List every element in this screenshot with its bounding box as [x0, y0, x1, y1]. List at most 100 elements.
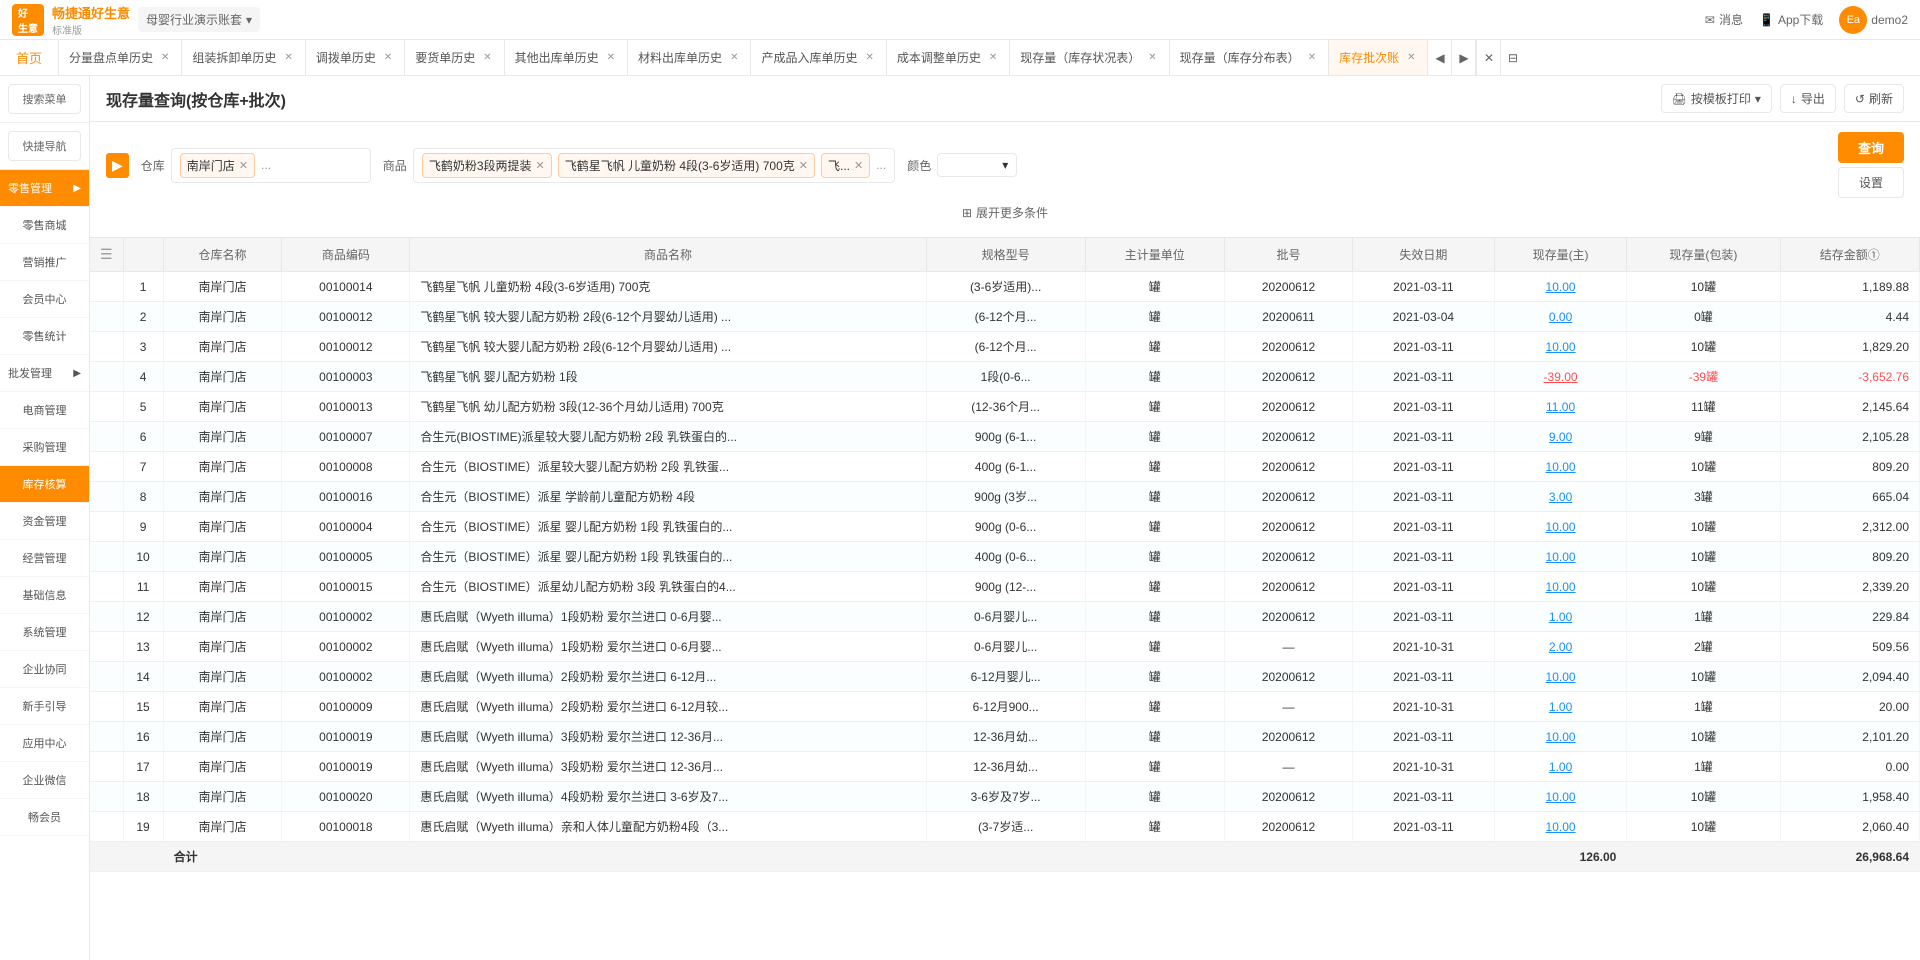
cell-stockmain-6[interactable]: 10.00 — [1494, 452, 1627, 482]
tab-item-2[interactable]: 调拨单历史 ✕ — [306, 40, 405, 76]
product-tag-2[interactable]: 飞... ✕ — [821, 153, 870, 178]
expand-more-btn[interactable]: ⊞ 展开更多条件 — [106, 198, 1904, 227]
expand-filter-btn[interactable]: ▶ — [106, 153, 129, 178]
product-tag-close-1[interactable]: ✕ — [799, 159, 808, 172]
product-tags[interactable]: 飞鹤奶粉3段两提装 ✕ 飞鹤星飞帆 儿童奶粉 4段(3-6岁适用) 700克 ✕… — [413, 148, 895, 183]
tab-close-1[interactable]: ✕ — [282, 51, 294, 64]
product-tag-0[interactable]: 飞鹤奶粉3段两提装 ✕ — [422, 153, 552, 178]
company-dropdown[interactable]: 母婴行业演示账套 ▾ — [138, 7, 260, 32]
table-row[interactable]: 5 南岸门店 00100013 飞鹤星飞帆 幼儿配方奶粉 3段(12-36个月幼… — [90, 392, 1920, 422]
quick-nav-btn[interactable]: 快捷导航 — [8, 131, 81, 161]
table-row[interactable]: 7 南岸门店 00100008 合生元（BIOSTIME）派星较大婴儿配方奶粉 … — [90, 452, 1920, 482]
tab-close-4[interactable]: ✕ — [605, 51, 617, 64]
table-row[interactable]: 17 南岸门店 00100019 惠氏启赋（Wyeth illuma）3段奶粉 … — [90, 752, 1920, 782]
sidebar-item-17[interactable]: 畅会员 — [0, 799, 89, 836]
table-row[interactable]: 8 南岸门店 00100016 合生元（BIOSTIME）派星 学龄前儿童配方奶… — [90, 482, 1920, 512]
tab-item-9[interactable]: 现存量（库存分布表） ✕ — [1170, 40, 1329, 76]
app-download-btn[interactable]: 📱 App下载 — [1759, 11, 1823, 28]
tab-item-8[interactable]: 现存量（库存状况表） ✕ — [1010, 40, 1169, 76]
sidebar-item-6[interactable]: 电商管理 — [0, 392, 89, 429]
sidebar-item-8[interactable]: 库存核算 — [0, 466, 89, 503]
table-row[interactable]: 16 南岸门店 00100019 惠氏启赋（Wyeth illuma）3段奶粉 … — [90, 722, 1920, 752]
cell-stockmain-15[interactable]: 10.00 — [1494, 722, 1627, 752]
tab-close-9[interactable]: ✕ — [1306, 51, 1318, 64]
color-select[interactable]: ▾ — [937, 153, 1017, 177]
sidebar-item-16[interactable]: 企业微信 — [0, 762, 89, 799]
tab-item-4[interactable]: 其他出库单历史 ✕ — [505, 40, 628, 76]
table-row[interactable]: 3 南岸门店 00100012 飞鹤星飞帆 较大婴儿配方奶粉 2段(6-12个月… — [90, 332, 1920, 362]
tab-close-8[interactable]: ✕ — [1146, 51, 1158, 64]
product-tag-1[interactable]: 飞鹤星飞帆 儿童奶粉 4段(3-6岁适用) 700克 ✕ — [558, 153, 815, 178]
sidebar-item-10[interactable]: 经营管理 — [0, 540, 89, 577]
print-btn[interactable]: 🖨 按模板打印 ▾ — [1661, 84, 1772, 113]
sidebar-item-2[interactable]: 营销推广 — [0, 244, 89, 281]
tab-item-6[interactable]: 产成品入库单历史 ✕ — [751, 40, 886, 76]
cell-stockmain-4[interactable]: 11.00 — [1494, 392, 1627, 422]
search-menu-btn[interactable]: 搜索菜单 — [8, 84, 81, 114]
settings-icon[interactable]: ☰ — [100, 246, 113, 262]
sidebar-item-9[interactable]: 资金管理 — [0, 503, 89, 540]
cell-stockmain-12[interactable]: 2.00 — [1494, 632, 1627, 662]
table-row[interactable]: 12 南岸门店 00100002 惠氏启赋（Wyeth illuma）1段奶粉 … — [90, 602, 1920, 632]
sidebar-item-0[interactable]: 零售管理▶ — [0, 170, 89, 207]
sidebar-item-5[interactable]: 批发管理▶ — [0, 355, 89, 392]
tab-prev-btn[interactable]: ◀ — [1428, 40, 1452, 76]
tab-close-7[interactable]: ✕ — [987, 51, 999, 64]
messages-btn[interactable]: ✉ 消息 — [1705, 11, 1743, 28]
table-row[interactable]: 1 南岸门店 00100014 飞鹤星飞帆 儿童奶粉 4段(3-6岁适用) 70… — [90, 272, 1920, 302]
tab-close-6[interactable]: ✕ — [863, 51, 875, 64]
tab-next-btn[interactable]: ▶ — [1452, 40, 1476, 76]
warehouse-tag-0[interactable]: 南岸门店 ✕ — [180, 153, 255, 178]
table-row[interactable]: 10 南岸门店 00100005 合生元（BIOSTIME）派星 婴儿配方奶粉 … — [90, 542, 1920, 572]
cell-stockmain-11[interactable]: 1.00 — [1494, 602, 1627, 632]
tab-close-2[interactable]: ✕ — [382, 51, 394, 64]
sidebar-item-7[interactable]: 采购管理 — [0, 429, 89, 466]
table-row[interactable]: 14 南岸门店 00100002 惠氏启赋（Wyeth illuma）2段奶粉 … — [90, 662, 1920, 692]
tab-close-10[interactable]: ✕ — [1405, 51, 1417, 64]
cell-stockmain-1[interactable]: 0.00 — [1494, 302, 1627, 332]
warehouse-tag-close[interactable]: ✕ — [239, 159, 248, 172]
cell-stockmain-5[interactable]: 9.00 — [1494, 422, 1627, 452]
tab-item-7[interactable]: 成本调整单历史 ✕ — [887, 40, 1010, 76]
cell-stockmain-3[interactable]: -39.00 — [1494, 362, 1627, 392]
query-btn[interactable]: 查询 — [1838, 132, 1904, 163]
table-row[interactable]: 6 南岸门店 00100007 合生元(BIOSTIME)派星较大婴儿配方奶粉 … — [90, 422, 1920, 452]
warehouse-tags[interactable]: 南岸门店 ✕ ... — [171, 148, 371, 183]
table-row[interactable]: 4 南岸门店 00100003 飞鹤星飞帆 婴儿配方奶粉 1段 1段(0-6..… — [90, 362, 1920, 392]
refresh-btn[interactable]: ↺ 刷新 — [1844, 84, 1904, 113]
cell-stockmain-9[interactable]: 10.00 — [1494, 542, 1627, 572]
cell-stockmain-8[interactable]: 10.00 — [1494, 512, 1627, 542]
export-btn[interactable]: ↓ 导出 — [1780, 84, 1836, 113]
cell-stockmain-7[interactable]: 3.00 — [1494, 482, 1627, 512]
cell-stockmain-0[interactable]: 10.00 — [1494, 272, 1627, 302]
product-tag-close-2[interactable]: ✕ — [854, 159, 863, 172]
tab-home[interactable]: 首页 — [0, 40, 59, 76]
sidebar-item-15[interactable]: 应用中心 — [0, 725, 89, 762]
settings-btn[interactable]: 设置 — [1838, 167, 1904, 198]
sidebar-item-1[interactable]: 零售商城 — [0, 207, 89, 244]
table-row[interactable]: 2 南岸门店 00100012 飞鹤星飞帆 较大婴儿配方奶粉 2段(6-12个月… — [90, 302, 1920, 332]
user-info[interactable]: Ea demo2 — [1839, 6, 1908, 34]
table-row[interactable]: 18 南岸门店 00100020 惠氏启赋（Wyeth illuma）4段奶粉 … — [90, 782, 1920, 812]
tab-item-5[interactable]: 材料出库单历史 ✕ — [628, 40, 751, 76]
table-row[interactable]: 11 南岸门店 00100015 合生元（BIOSTIME）派星幼儿配方奶粉 3… — [90, 572, 1920, 602]
table-row[interactable]: 15 南岸门店 00100009 惠氏启赋（Wyeth illuma）2段奶粉 … — [90, 692, 1920, 722]
tab-close-3[interactable]: ✕ — [481, 51, 493, 64]
cell-stockmain-13[interactable]: 10.00 — [1494, 662, 1627, 692]
table-row[interactable]: 9 南岸门店 00100004 合生元（BIOSTIME）派星 婴儿配方奶粉 1… — [90, 512, 1920, 542]
sidebar-item-13[interactable]: 企业协同 — [0, 651, 89, 688]
sidebar-item-14[interactable]: 新手引导 — [0, 688, 89, 725]
cell-stockmain-10[interactable]: 10.00 — [1494, 572, 1627, 602]
cell-stockmain-2[interactable]: 10.00 — [1494, 332, 1627, 362]
cell-stockmain-16[interactable]: 1.00 — [1494, 752, 1627, 782]
warehouse-ellipsis[interactable]: ... — [261, 158, 271, 172]
tab-menu-btn[interactable]: ⊟ — [1500, 40, 1524, 76]
tab-item-3[interactable]: 要货单历史 ✕ — [405, 40, 504, 76]
table-row[interactable]: 13 南岸门店 00100002 惠氏启赋（Wyeth illuma）1段奶粉 … — [90, 632, 1920, 662]
sidebar-item-3[interactable]: 会员中心 — [0, 281, 89, 318]
table-row[interactable]: 19 南岸门店 00100018 惠氏启赋（Wyeth illuma）亲和人体儿… — [90, 812, 1920, 842]
tab-close-all-btn[interactable]: ✕ — [1476, 40, 1500, 76]
th-settings[interactable]: ☰ — [90, 238, 123, 272]
cell-stockmain-17[interactable]: 10.00 — [1494, 782, 1627, 812]
sidebar-item-4[interactable]: 零售统计 — [0, 318, 89, 355]
